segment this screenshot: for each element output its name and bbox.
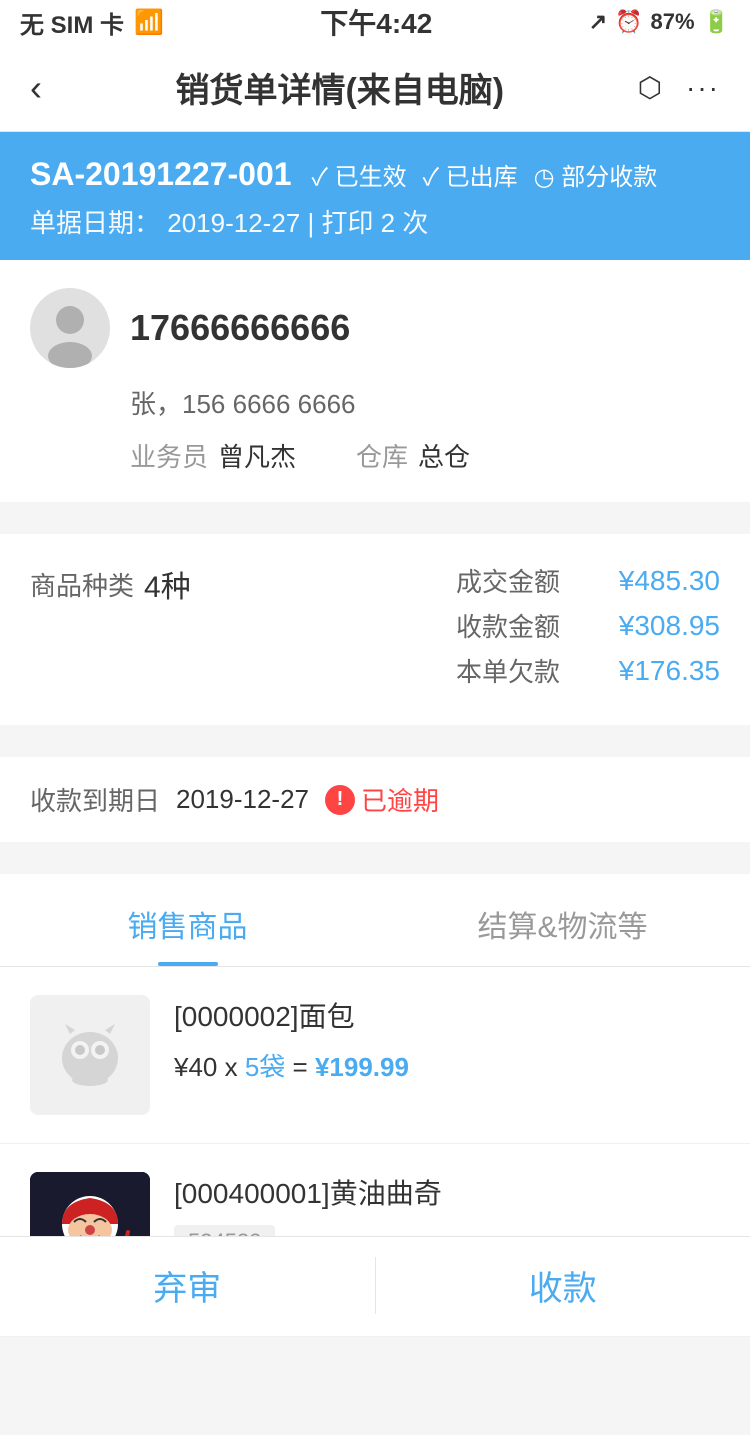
battery-icon: 🔋 xyxy=(703,9,730,35)
wifi-icon: 📶 xyxy=(134,8,164,37)
product-item-1: [0000002]面包 ¥40 x 5袋 = ¥199.99 xyxy=(0,967,750,1144)
product-kinds: 商品种类 4种 xyxy=(30,562,191,606)
overdue-text: 已逾期 xyxy=(361,781,439,818)
bottom-spacer xyxy=(0,1337,750,1435)
tabs-section: 销售商品 结算&物流等 xyxy=(0,874,750,967)
due-date-value: 2019-12-27 xyxy=(176,784,309,815)
customer-section: 17666666666 张，156 6666 6666 业务员 曾凡杰 仓库 总… xyxy=(0,260,750,502)
customer-meta: 业务员 曾凡杰 仓库 总仓 xyxy=(30,437,720,474)
received-row: 收款金额 ¥308.95 xyxy=(456,607,720,644)
separator-1 xyxy=(0,518,750,534)
product-name-2: [000400001]黄油曲奇 xyxy=(174,1172,720,1212)
overdue-icon: ! xyxy=(325,785,355,815)
due-section: 收款到期日 2019-12-27 ! 已逾期 xyxy=(0,757,750,842)
back-button[interactable]: ‹ xyxy=(30,67,42,109)
status-bar: 无 SIM 卡 📶 下午4:42 ↗ ⏰ 87% 🔋 xyxy=(0,0,750,44)
warehouse-label: 仓库 xyxy=(356,437,408,474)
salesperson-label: 业务员 xyxy=(130,437,208,474)
badge-effective: ✓ 已生效 xyxy=(312,157,407,192)
tab-products[interactable]: 销售商品 xyxy=(0,874,375,966)
owed-label: 本单欠款 xyxy=(456,652,560,689)
due-label: 收款到期日 xyxy=(30,781,160,818)
status-badges: ✓ 已生效 ✓ 已出库 ◷ 部分收款 xyxy=(312,157,658,192)
tabs: 销售商品 结算&物流等 xyxy=(0,874,750,967)
stats-section: 商品种类 4种 成交金额 ¥485.30 收款金额 ¥308.95 本单欠款 ¥… xyxy=(0,534,750,725)
battery-text: 87% xyxy=(651,9,695,35)
kind-label: 商品种类 xyxy=(30,566,134,603)
owed-value: ¥176.35 xyxy=(580,655,720,687)
customer-id: 17666666666 xyxy=(130,307,350,349)
nav-actions: ⬡ ··· xyxy=(638,71,720,104)
amount-label: 成交金额 xyxy=(456,562,560,599)
stats-right: 成交金额 ¥485.30 收款金额 ¥308.95 本单欠款 ¥176.35 xyxy=(456,562,720,697)
order-id: SA-20191227-001 xyxy=(30,156,292,193)
cancel-button[interactable]: 弃审 xyxy=(0,1237,375,1334)
status-left: 无 SIM 卡 📶 xyxy=(20,5,164,40)
more-icon[interactable]: ··· xyxy=(686,72,720,104)
kind-value: 4种 xyxy=(144,562,191,606)
overdue-badge: ! 已逾期 xyxy=(325,781,439,818)
print-info: | 打印 2 次 xyxy=(307,208,428,238)
separator-2 xyxy=(0,741,750,757)
warehouse-item: 仓库 总仓 xyxy=(356,437,470,474)
product-thumb-1 xyxy=(30,995,150,1115)
salesperson-item: 业务员 曾凡杰 xyxy=(130,437,296,474)
received-label: 收款金额 xyxy=(456,607,560,644)
status-right: ↗ ⏰ 87% 🔋 xyxy=(589,9,730,35)
alarm-icon: ⏰ xyxy=(615,9,642,35)
stats-left: 商品种类 4种 xyxy=(30,562,191,606)
warehouse-value: 总仓 xyxy=(418,437,470,474)
no-sim-text: 无 SIM 卡 xyxy=(20,5,124,40)
date-value: 2019-12-27 xyxy=(167,208,300,238)
bottom-bar: 弃审 收款 xyxy=(0,1236,750,1334)
separator-3 xyxy=(0,858,750,874)
location-icon: ↗ xyxy=(589,9,607,35)
order-header-top: SA-20191227-001 ✓ 已生效 ✓ 已出库 ◷ 部分收款 xyxy=(30,156,720,193)
avatar xyxy=(30,288,110,368)
salesperson-value: 曾凡杰 xyxy=(218,437,296,474)
confirm-button[interactable]: 收款 xyxy=(376,1237,750,1334)
tab-settlement-label: 结算&物流等 xyxy=(477,911,647,944)
share-icon[interactable]: ⬡ xyxy=(638,71,662,104)
tab-settlement[interactable]: 结算&物流等 xyxy=(375,874,750,966)
product-price-1: ¥40 x 5袋 = ¥199.99 xyxy=(174,1047,720,1084)
page-title: 销货单详情(来自电脑) xyxy=(175,63,504,112)
status-time: 下午4:42 xyxy=(320,2,432,42)
product-info-1: [0000002]面包 ¥40 x 5袋 = ¥199.99 xyxy=(174,995,720,1084)
amount-value: ¥485.30 xyxy=(580,565,720,597)
nav-bar: ‹ 销货单详情(来自电脑) ⬡ ··· xyxy=(0,44,750,132)
order-header: SA-20191227-001 ✓ 已生效 ✓ 已出库 ◷ 部分收款 单据日期：… xyxy=(0,132,750,260)
tab-products-label: 销售商品 xyxy=(128,911,248,944)
order-date: 单据日期： 2019-12-27 | 打印 2 次 xyxy=(30,203,720,240)
product-name-1: [0000002]面包 xyxy=(174,995,720,1035)
badge-shipped: ✓ 已出库 xyxy=(423,157,518,192)
date-label: 单据日期： xyxy=(30,208,160,238)
received-value: ¥308.95 xyxy=(580,610,720,642)
owed-row: 本单欠款 ¥176.35 xyxy=(456,652,720,689)
customer-name: 张，156 6666 6666 xyxy=(30,384,720,421)
amount-row: 成交金额 ¥485.30 xyxy=(456,562,720,599)
customer-top: 17666666666 xyxy=(30,288,720,368)
badge-partial: ◷ 部分收款 xyxy=(534,157,658,192)
